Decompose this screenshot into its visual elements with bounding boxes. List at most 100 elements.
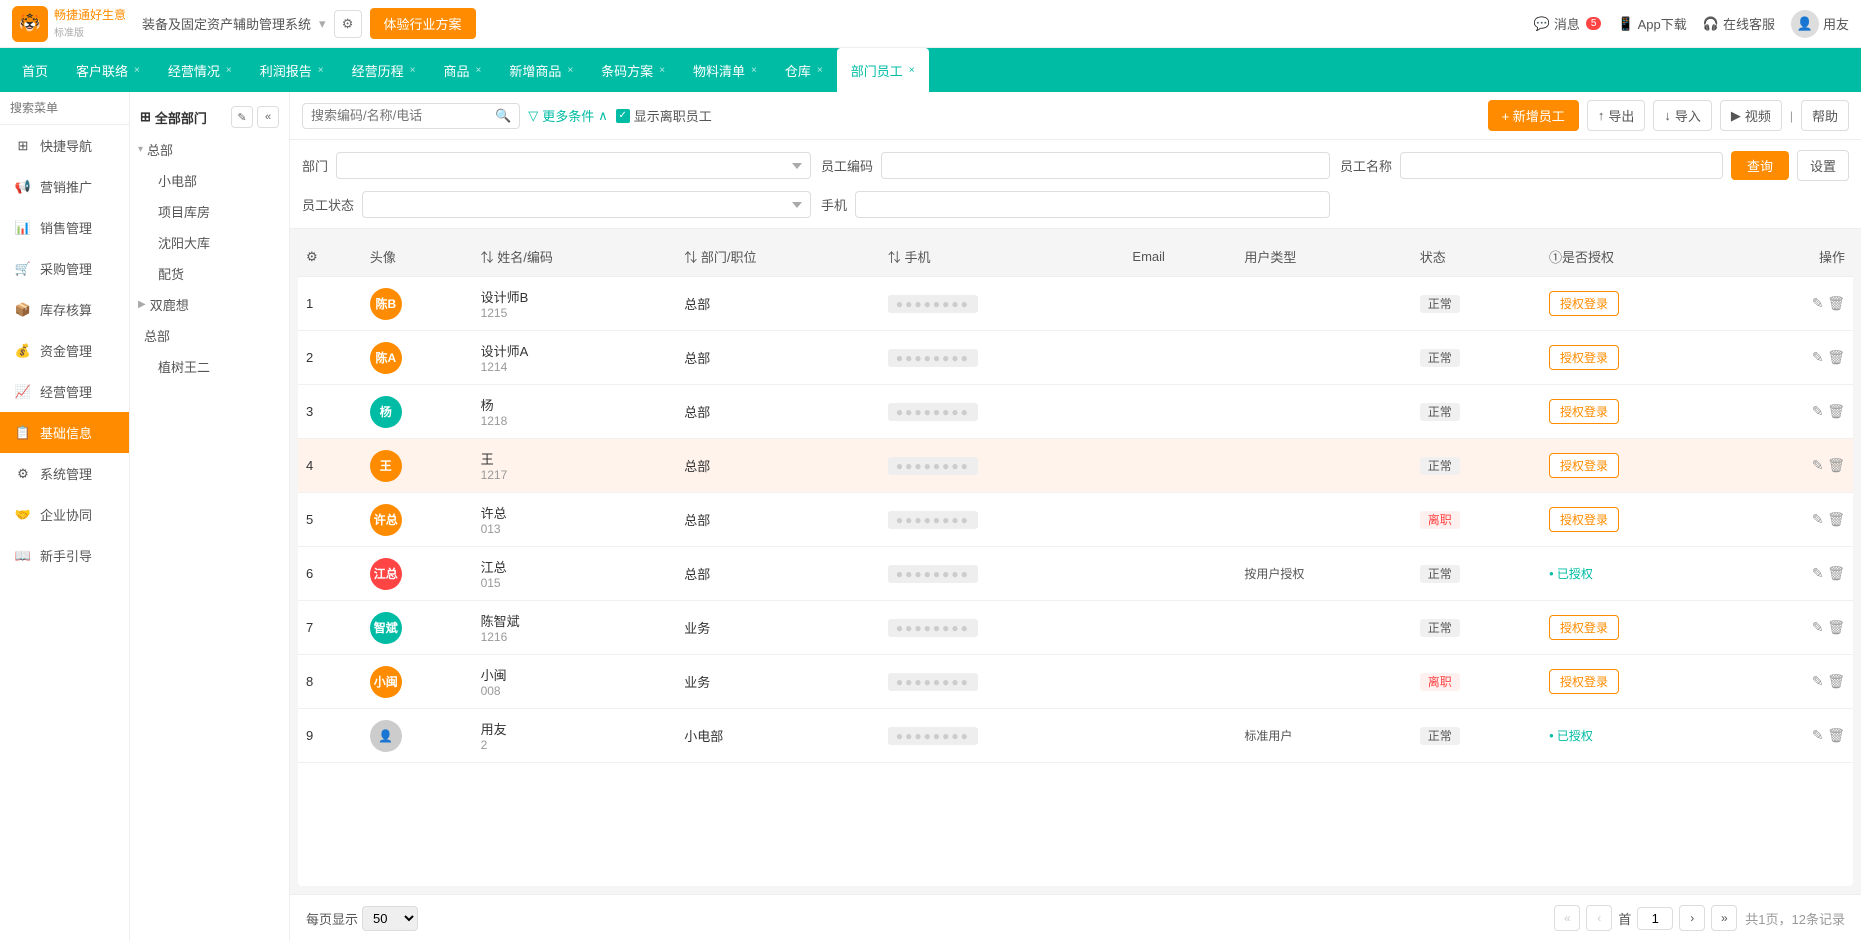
page-number-input[interactable]: [1637, 907, 1673, 930]
col-dept-position[interactable]: ⇅ 部门/职位: [676, 237, 880, 277]
filter-emp-code-input[interactable]: [881, 152, 1330, 179]
sidebar-item-finance[interactable]: 💰 资金管理: [0, 330, 129, 371]
trial-btn[interactable]: 体验行业方案: [370, 8, 476, 39]
edit-btn[interactable]: ✎: [1812, 457, 1824, 473]
close-icon[interactable]: ×: [318, 65, 324, 76]
col-phone[interactable]: ⇅ 手机: [880, 237, 1125, 277]
filter-dept-select[interactable]: [336, 152, 811, 179]
filter-phone-input[interactable]: [855, 191, 1330, 218]
auth-btn[interactable]: 授权登录: [1549, 399, 1619, 424]
more-filter-btn[interactable]: ▽ 更多条件 ∧: [528, 106, 608, 125]
edit-btn[interactable]: ✎: [1812, 727, 1824, 743]
tab-customer[interactable]: 客户联络 ×: [62, 48, 154, 92]
help-btn[interactable]: 帮助: [1801, 100, 1849, 131]
sidebar-item-basic[interactable]: 📋 基础信息: [0, 412, 129, 453]
sidebar-item-collab[interactable]: 🤝 企业协同: [0, 494, 129, 535]
close-icon[interactable]: ×: [909, 65, 915, 76]
edit-btn[interactable]: ✎: [1812, 403, 1824, 419]
tab-operation[interactable]: 经营情况 ×: [154, 48, 246, 92]
search-icon[interactable]: 🔍: [495, 108, 511, 124]
close-icon[interactable]: ×: [475, 65, 481, 76]
auth-btn[interactable]: 授权登录: [1549, 291, 1619, 316]
dept-item-shuanglu[interactable]: ▶ 双鹿想: [130, 289, 289, 320]
delete-btn[interactable]: 🗑: [1827, 403, 1845, 419]
delete-btn[interactable]: 🗑: [1827, 619, 1845, 635]
edit-btn[interactable]: ✎: [1812, 511, 1824, 527]
tab-new-goods[interactable]: 新增商品 ×: [495, 48, 587, 92]
edit-btn[interactable]: ✎: [1812, 565, 1824, 581]
close-icon[interactable]: ×: [567, 65, 573, 76]
dept-item-zongbu-parent[interactable]: ▾ 总部: [130, 134, 289, 165]
sidebar-item-system[interactable]: ⚙ 系统管理: [0, 453, 129, 494]
dept-sub-shenyang[interactable]: 沈阳大库: [130, 227, 289, 258]
col-name-code[interactable]: ⇅ 姓名/编码: [473, 237, 677, 277]
filter-status-select[interactable]: [362, 191, 811, 218]
edit-btn[interactable]: ✎: [1812, 349, 1824, 365]
dept-edit-btn[interactable]: ✎: [231, 106, 253, 128]
tab-history[interactable]: 经营历程 ×: [338, 48, 430, 92]
online-service-btn[interactable]: 🎧 在线客服: [1703, 14, 1775, 33]
tab-profit[interactable]: 利润报告 ×: [246, 48, 338, 92]
edit-btn[interactable]: ✎: [1812, 673, 1824, 689]
message-btn[interactable]: 💬 消息 5: [1534, 14, 1602, 33]
auth-btn[interactable]: 授权登录: [1549, 453, 1619, 478]
close-icon[interactable]: ×: [817, 65, 823, 76]
delete-btn[interactable]: 🗑: [1827, 727, 1845, 743]
tab-bom[interactable]: 物料清单 ×: [679, 48, 771, 92]
dept-sub-xiaodian[interactable]: 小电部: [130, 165, 289, 196]
delete-btn[interactable]: 🗑: [1827, 295, 1845, 311]
view-btn[interactable]: ▶ 视频: [1720, 100, 1782, 131]
auth-btn[interactable]: 授权登录: [1549, 669, 1619, 694]
delete-btn[interactable]: 🗑: [1827, 565, 1845, 581]
edit-btn[interactable]: ✎: [1812, 619, 1824, 635]
settings-btn[interactable]: ⚙: [334, 10, 362, 38]
close-icon[interactable]: ×: [134, 65, 140, 76]
dept-item-zongbu2[interactable]: 总部: [130, 320, 289, 351]
auth-btn[interactable]: 授权登录: [1549, 615, 1619, 640]
tab-home[interactable]: 首页: [8, 48, 62, 92]
dept-sub-peihuo[interactable]: 配货: [130, 258, 289, 289]
tab-warehouse[interactable]: 仓库 ×: [771, 48, 837, 92]
search-btn[interactable]: 查询: [1731, 151, 1789, 180]
first-page-btn[interactable]: «: [1554, 905, 1580, 931]
sidebar-item-sales[interactable]: 📊 销售管理: [0, 207, 129, 248]
prev-page-btn[interactable]: ‹: [1586, 905, 1612, 931]
close-icon[interactable]: ×: [751, 65, 757, 76]
search-input[interactable]: [311, 108, 491, 123]
delete-btn[interactable]: 🗑: [1827, 349, 1845, 365]
delete-btn[interactable]: 🗑: [1827, 511, 1845, 527]
last-page-btn[interactable]: »: [1711, 905, 1737, 931]
col-settings[interactable]: ⚙: [298, 237, 362, 277]
sidebar-item-purchase[interactable]: 🛒 采购管理: [0, 248, 129, 289]
app-download-btn[interactable]: 📱 App下载: [1617, 14, 1686, 33]
sidebar-item-marketing[interactable]: 📢 营销推广: [0, 166, 129, 207]
dept-sub-project[interactable]: 项目库房: [130, 196, 289, 227]
user-menu[interactable]: 👤 用友: [1791, 10, 1849, 38]
auth-btn[interactable]: 授权登录: [1549, 345, 1619, 370]
auth-btn[interactable]: 授权登录: [1549, 507, 1619, 532]
per-page-select[interactable]: 50 100: [362, 906, 418, 931]
tab-barcode[interactable]: 条码方案 ×: [587, 48, 679, 92]
export-btn[interactable]: ↑ 导出: [1587, 100, 1646, 131]
close-icon[interactable]: ×: [659, 65, 665, 76]
close-icon[interactable]: ×: [410, 65, 416, 76]
next-page-btn[interactable]: ›: [1679, 905, 1705, 931]
edit-btn[interactable]: ✎: [1812, 295, 1824, 311]
delete-btn[interactable]: 🗑: [1827, 673, 1845, 689]
import-btn[interactable]: ↓ 导入: [1653, 100, 1712, 131]
title-dropdown-arrow[interactable]: ▾: [319, 16, 326, 32]
sidebar-item-inventory[interactable]: 📦 库存核算: [0, 289, 129, 330]
sidebar-item-biz[interactable]: 📈 经营管理: [0, 371, 129, 412]
filter-emp-name-input[interactable]: [1400, 152, 1723, 179]
set-btn[interactable]: 设置: [1797, 150, 1849, 181]
close-icon[interactable]: ×: [226, 65, 232, 76]
delete-btn[interactable]: 🗑: [1827, 457, 1845, 473]
sidebar-item-shortcut[interactable]: ⊞ 快捷导航: [0, 125, 129, 166]
tab-goods[interactable]: 商品 ×: [429, 48, 495, 92]
dept-sub-zhishu[interactable]: 植树王二: [130, 351, 289, 382]
tab-dept-staff[interactable]: 部门员工 ×: [837, 48, 929, 92]
dept-collapse-btn[interactable]: «: [257, 106, 279, 128]
show-resign-toggle[interactable]: ✓ 显示离职员工: [616, 106, 712, 125]
sidebar-item-guide[interactable]: 📖 新手引导: [0, 535, 129, 576]
add-employee-btn[interactable]: + 新增员工: [1488, 100, 1579, 131]
